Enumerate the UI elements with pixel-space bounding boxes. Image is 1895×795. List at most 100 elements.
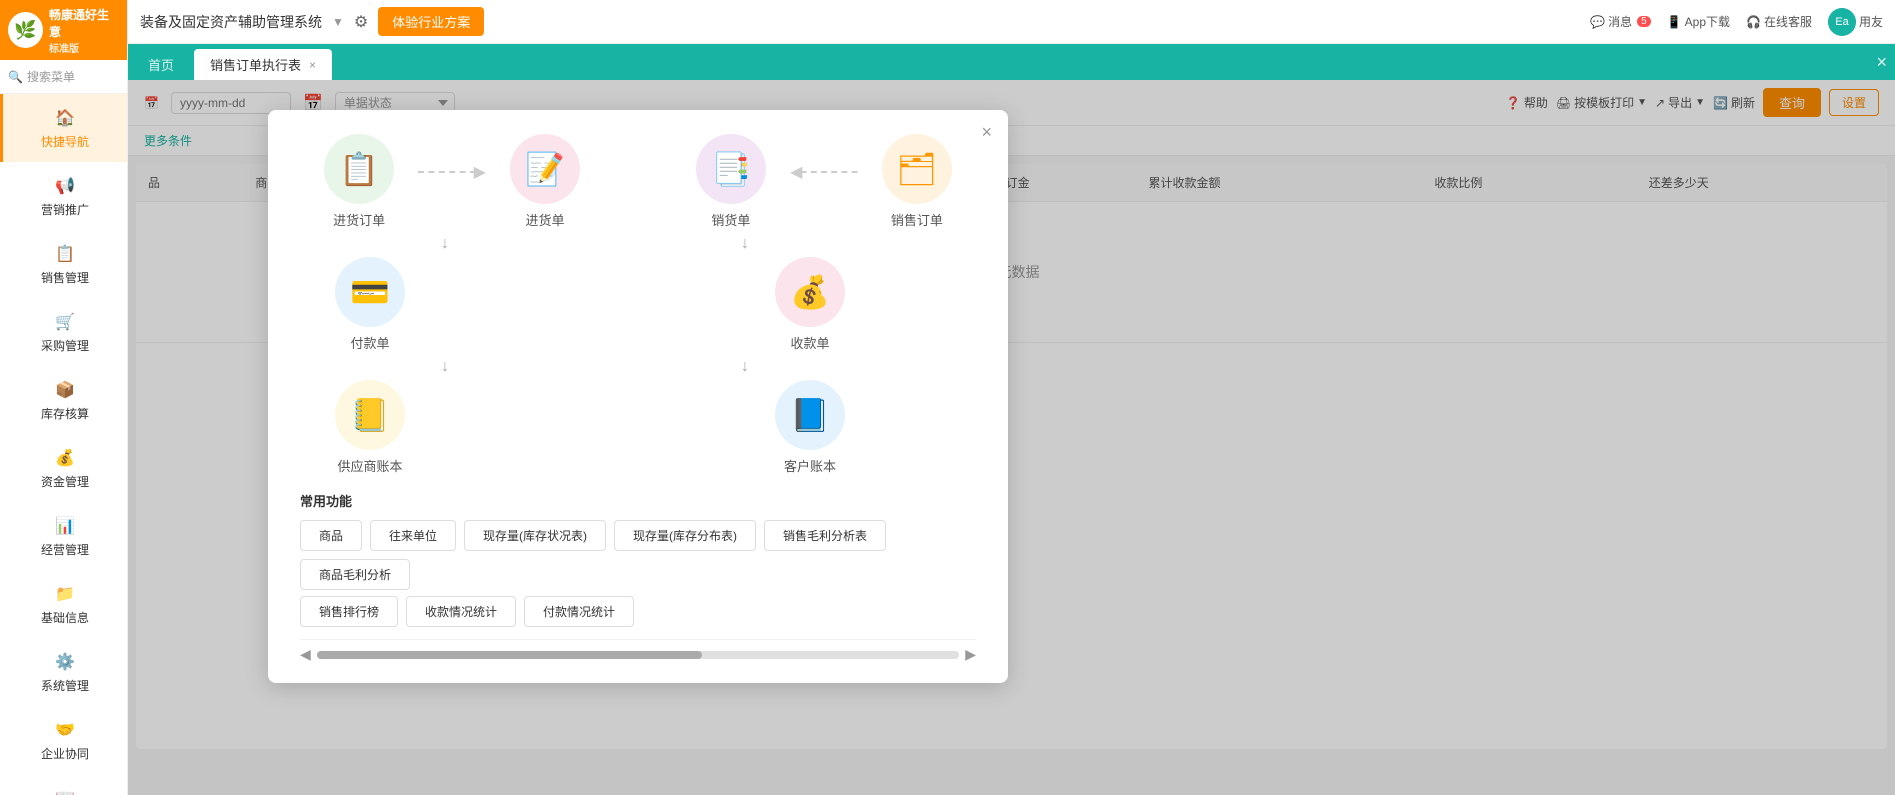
- func-btn-payment-stats[interactable]: 付款情况统计: [524, 596, 634, 627]
- sidebar-item-label-1: 营销推广: [41, 201, 89, 218]
- sidebar-item-system[interactable]: ⚙️ 系统管理: [0, 638, 127, 706]
- common-funcs-title: 常用功能: [300, 491, 976, 510]
- purchase-order-icon: 📋: [339, 150, 379, 188]
- user-info[interactable]: Ea 用友: [1828, 8, 1883, 36]
- func-btn-sales-profit[interactable]: 销售毛利分析表: [764, 520, 886, 551]
- search-label: 搜索菜单: [27, 68, 75, 85]
- sidebar-item-finance[interactable]: 💰 资金管理: [0, 434, 127, 502]
- inventory-icon: 📦: [53, 378, 77, 402]
- flow-row-1: 📋 进货订单 ▶ 📝 进货单: [300, 134, 976, 229]
- gear-icon[interactable]: ⚙: [354, 12, 368, 32]
- sidebar-item-cooperation[interactable]: 🤝 企业协同: [0, 706, 127, 774]
- flow-node-receipt[interactable]: 💰 收款单: [740, 257, 880, 352]
- left-arrow-icon: ▶: [790, 162, 802, 182]
- sidebar-item-label-5: 资金管理: [41, 473, 89, 490]
- flow-node-customer-ledger[interactable]: 📘 客户账本: [740, 380, 880, 475]
- scroll-track[interactable]: [317, 651, 959, 659]
- flow-node-purchase-bill[interactable]: 📝 进货单: [486, 134, 604, 229]
- message-item[interactable]: 💬 消息 5: [1590, 13, 1651, 30]
- online-service-item[interactable]: 🎧 在线客服: [1746, 13, 1812, 30]
- purchase-icon: 🛒: [53, 310, 77, 334]
- sales-order-circle[interactable]: 🗂: [882, 134, 952, 204]
- tab-home[interactable]: 首页: [132, 49, 190, 80]
- modal-close-btn[interactable]: ×: [981, 122, 992, 143]
- avatar: Ea: [1828, 8, 1856, 36]
- flow-node-purchase-order[interactable]: 📋 进货订单: [300, 134, 418, 229]
- func-btns-row2: 销售排行榜 收款情况统计 付款情况统计: [300, 596, 976, 627]
- sidebar: 🌿 畅康通好生意 标准版 🔍 搜索菜单 🏠 快捷导航 📢 营销推广 📋 销售管理…: [0, 0, 128, 795]
- purchase-bill-icon: 📝: [525, 150, 565, 188]
- search-icon: 🔍: [8, 70, 23, 84]
- func-btn-sales-rank[interactable]: 销售排行榜: [300, 596, 398, 627]
- supplier-ledger-circle[interactable]: 📒: [335, 380, 405, 450]
- receipt-circle[interactable]: 💰: [775, 257, 845, 327]
- phone-icon: 📱: [1667, 15, 1682, 29]
- scroll-left-arrow[interactable]: ◀: [300, 646, 311, 663]
- scroll-right-arrow[interactable]: ▶: [965, 646, 976, 663]
- sidebar-item-label-3: 采购管理: [41, 337, 89, 354]
- tab-close-icon[interactable]: ×: [309, 58, 316, 72]
- arrow-purchase-to-bill: ▶: [418, 162, 486, 202]
- finance-icon: 💰: [53, 446, 77, 470]
- app-download-label: App下载: [1685, 13, 1730, 30]
- down-arrow-purchase: ↓: [300, 231, 520, 257]
- sidebar-item-label-8: 系统管理: [41, 677, 89, 694]
- flow-chart: 📋 进货订单 ▶ 📝 进货单: [300, 134, 976, 475]
- service-icon: 🎧: [1746, 15, 1761, 29]
- customer-ledger-circle[interactable]: 📘: [775, 380, 845, 450]
- sidebar-item-inventory[interactable]: 📦 库存核算: [0, 366, 127, 434]
- purchase-order-circle[interactable]: 📋: [324, 134, 394, 204]
- sales-order-label: 销售订单: [891, 210, 943, 229]
- func-btn-receipt-stats[interactable]: 收款情况统计: [406, 596, 516, 627]
- modal-scroll: ◀ ▶: [300, 639, 976, 663]
- flow-node-supplier-ledger[interactable]: 📒 供应商账本: [300, 380, 440, 475]
- message-label: 消息: [1608, 13, 1632, 30]
- sales-icon: 📋: [53, 242, 77, 266]
- experience-btn[interactable]: 体验行业方案: [378, 7, 484, 36]
- sidebar-item-basic[interactable]: 📁 基础信息: [0, 570, 127, 638]
- down-arrow-receipt: ↓: [600, 354, 820, 380]
- sidebar-item-purchase[interactable]: 🛒 采购管理: [0, 298, 127, 366]
- func-btns-row1: 商品 往来单位 现存量(库存状况表) 现存量(库存分布表) 销售毛利分析表 商品…: [300, 520, 976, 590]
- message-icon: 💬: [1590, 15, 1605, 29]
- tab-sales-order-exec[interactable]: 销售订单执行表 ×: [194, 49, 332, 80]
- func-btn-stock-status[interactable]: 现存量(库存状况表): [464, 520, 606, 551]
- flow-node-sales-order[interactable]: 🗂 销售订单: [858, 134, 976, 229]
- flow-row-2: 💳 付款单 💰 收款单: [300, 257, 976, 352]
- customer-ledger-icon: 📘: [790, 396, 830, 434]
- customer-ledger-label: 客户账本: [784, 456, 836, 475]
- func-btn-product-profit[interactable]: 商品毛利分析: [300, 559, 410, 590]
- logo-title: 畅康通好生意: [49, 6, 119, 40]
- sidebar-item-quick-nav[interactable]: 🏠 快捷导航: [0, 94, 127, 162]
- flow-node-payment[interactable]: 💳 付款单: [300, 257, 440, 352]
- sidebar-item-marketing[interactable]: 📢 营销推广: [0, 162, 127, 230]
- sidebar-item-label-9: 企业协同: [41, 745, 89, 762]
- down-arrow-sales: ↓: [600, 231, 820, 257]
- payment-label: 付款单: [350, 333, 389, 352]
- sidebar-item-operation[interactable]: 📊 经营管理: [0, 502, 127, 570]
- app-download-item[interactable]: 📱 App下载: [1667, 13, 1730, 30]
- modal-overlay[interactable]: × 📋 进货订单 ▶ 📝: [128, 80, 1895, 795]
- right-arrow-icon: ▶: [474, 162, 486, 182]
- func-btn-counterpart[interactable]: 往来单位: [370, 520, 456, 551]
- purchase-bill-circle[interactable]: 📝: [510, 134, 580, 204]
- func-btn-stock-dist[interactable]: 现存量(库存分布表): [614, 520, 756, 551]
- basic-icon: 📁: [53, 582, 77, 606]
- payment-circle[interactable]: 💳: [335, 257, 405, 327]
- func-btn-product[interactable]: 商品: [300, 520, 362, 551]
- close-all-tabs-icon[interactable]: ×: [1876, 52, 1887, 73]
- sidebar-item-label-4: 库存核算: [41, 405, 89, 422]
- tab-sales-order-exec-label: 销售订单执行表: [210, 55, 301, 74]
- sidebar-search[interactable]: 🔍 搜索菜单: [0, 60, 127, 94]
- cooperation-icon: 🤝: [53, 718, 77, 742]
- sidebar-logo: 🌿 畅康通好生意 标准版: [0, 0, 127, 60]
- sidebar-item-sales[interactable]: 📋 销售管理: [0, 230, 127, 298]
- down-arrow-payment: ↓: [300, 354, 520, 380]
- purchase-order-label: 进货订单: [333, 210, 385, 229]
- down-arrow-icon-3: ↓: [441, 358, 449, 376]
- sidebar-item-guide[interactable]: 📖 新手引导: [0, 774, 127, 795]
- down-arrow-icon-2: ↓: [741, 235, 749, 253]
- payment-icon: 💳: [350, 273, 390, 311]
- flow-node-sales-bill[interactable]: 📑 销货单: [672, 134, 790, 229]
- sales-bill-circle[interactable]: 📑: [696, 134, 766, 204]
